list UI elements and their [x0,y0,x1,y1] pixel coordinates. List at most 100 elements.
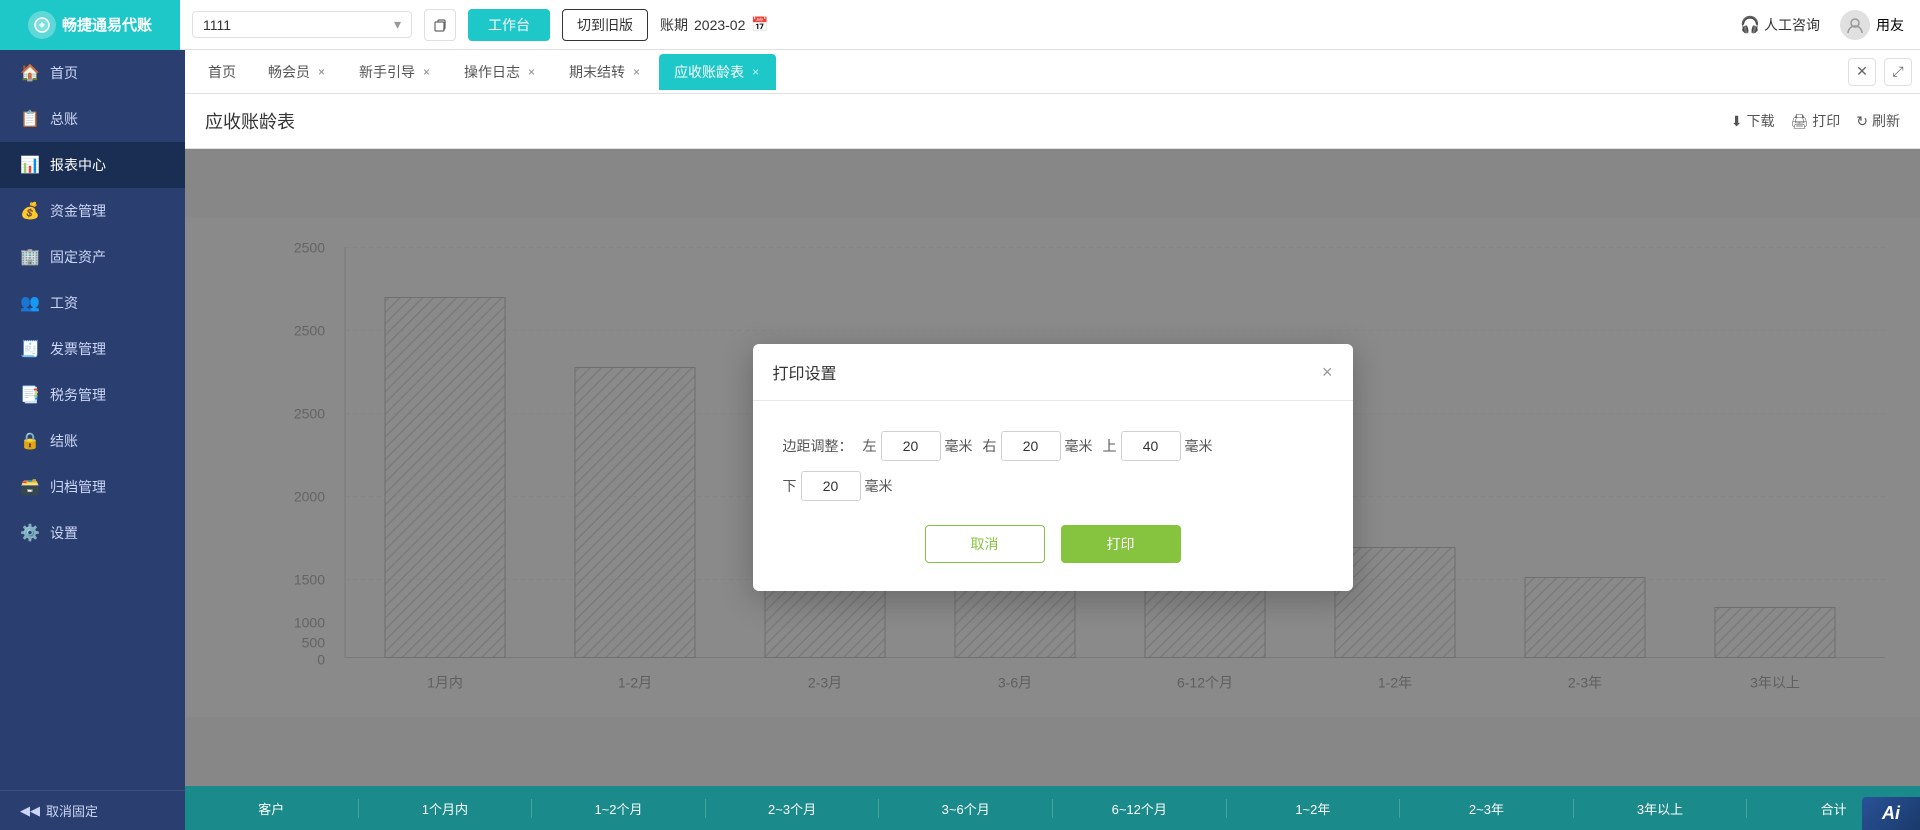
close-tab-button[interactable]: ✕ [1848,58,1876,86]
tab-close-period-end[interactable]: × [631,64,642,80]
sidebar-item-archive[interactable]: 🗃️ 归档管理 [0,464,185,510]
tabs-right: ✕ ⤢ [1848,58,1912,86]
tab-guide[interactable]: 新手引导× [344,54,447,90]
print-button[interactable]: 🖨 打印 [1790,111,1840,131]
sidebar-item-payroll[interactable]: 👥 工资 [0,280,185,326]
margin-bottom-input[interactable] [801,471,861,501]
calendar-icon[interactable]: 📅 [751,16,768,33]
print-settings-modal: 打印设置 × 边距调整： 左 毫米 [753,344,1353,591]
closing-icon: 🔒 [20,431,40,451]
modal-body: 边距调整： 左 毫米 右 [753,401,1353,525]
modal-overlay: 打印设置 × 边距调整： 左 毫米 [185,149,1920,786]
bottom-table-column: 2~3年 [1400,799,1574,818]
home-icon: 🏠 [20,63,40,83]
download-icon: ⬇ [1731,113,1743,130]
margin-row: 边距调整： 左 毫米 右 [783,431,1323,501]
period-area: 账期 2023-02 📅 [660,15,769,35]
reports-icon: 📊 [20,155,40,175]
funds-icon: 💰 [20,201,40,221]
support-label: 人工咨询 [1764,15,1820,35]
sidebar-item-label: 固定资产 [50,247,106,267]
bottom-table-column: 1~2个月 [532,799,706,818]
margin-right-label: 右 [983,436,997,456]
tab-log[interactable]: 操作日志× [449,54,552,90]
margin-top-unit: 毫米 [1185,436,1213,456]
cancel-button[interactable]: 取消 [925,525,1045,563]
print-confirm-button[interactable]: 打印 [1061,525,1181,563]
pin-icon: ◀◀ [20,803,40,819]
logo-icon [28,11,56,39]
margin-adjust-label: 边距调整： [783,436,853,456]
tab-close-log[interactable]: × [526,64,537,80]
tab-member[interactable]: 畅会员 × [253,54,342,90]
margin-top-input[interactable] [1121,431,1181,461]
margin-top-group: 上 毫米 [1103,431,1213,461]
sidebar-item-reports[interactable]: 📊 报表中心 [0,142,185,188]
tab-close-guide[interactable]: × [421,64,432,80]
print-label: 打印 [1812,111,1840,131]
copy-button[interactable] [424,9,456,41]
modal-close-button[interactable]: × [1322,363,1333,381]
user-name: 用友 [1876,15,1904,35]
tab-period-end[interactable]: 期末结转× [554,54,657,90]
top-right: 🎧 人工咨询 用友 [1740,10,1904,40]
logo: 畅捷通易代账 [0,0,180,50]
tab-aging[interactable]: 应收账龄表× [659,54,776,90]
period-value: 2023-02 [694,17,745,33]
support-area[interactable]: 🎧 人工咨询 [1740,15,1820,35]
download-label: 下载 [1746,111,1774,131]
sidebar-item-tax[interactable]: 📑 税务管理 [0,372,185,418]
invoice-icon: 🧾 [20,339,40,359]
sidebar-footer-label: 取消固定 [46,801,98,820]
tab-label: 首页 [208,62,236,82]
bottom-table-column: 3年以上 [1574,799,1748,818]
sidebar-footer-collapse[interactable]: ◀◀ 取消固定 [0,790,185,830]
tab-close-aging[interactable]: × [750,64,761,80]
download-button[interactable]: ⬇ 下载 [1731,111,1775,131]
margin-bottom-unit: 毫米 [865,476,893,496]
company-selector[interactable]: 1111 ▾ [192,11,412,38]
tabs-bar: 首页畅会员×新手引导×操作日志×期末结转×应收账龄表× ✕ ⤢ [185,50,1920,94]
modal-header: 打印设置 × [753,344,1353,401]
sidebar-item-invoice[interactable]: 🧾 发票管理 [0,326,185,372]
period-label: 账期 [660,15,688,35]
sidebar-item-closing[interactable]: 🔒 结账 [0,418,185,464]
headset-icon: 🎧 [1740,15,1760,35]
payroll-icon: 👥 [20,293,40,313]
print-icon: 🖨 [1790,113,1808,130]
sidebar-item-ledger[interactable]: 📋 总账 [0,96,185,142]
margin-left-input[interactable] [881,431,941,461]
sidebar-item-label: 首页 [50,63,78,83]
sidebar-item-funds[interactable]: 💰 资金管理 [0,188,185,234]
bottom-table-column: 3~6个月 [879,799,1053,818]
maximize-tab-button[interactable]: ⤢ [1884,58,1912,86]
switch-old-button[interactable]: 切到旧版 [562,9,648,41]
sidebar-item-label: 税务管理 [50,385,106,405]
page-content: 应收账龄表 ⬇ 下载 🖨 打印 ↻ 刷新 [185,94,1920,830]
chart-area: 2500 2500 2500 2000 1500 1000 500 0 [185,149,1920,786]
bottom-table-column: 客户 [185,799,359,818]
margin-left-group: 左 毫米 [863,431,973,461]
company-name: 1111 [203,17,388,33]
sidebar-item-label: 报表中心 [50,155,106,175]
user-area[interactable]: 用友 [1840,10,1904,40]
sidebar-item-home[interactable]: 🏠 首页 [0,50,185,96]
bottom-table-column: 1~2年 [1227,799,1401,818]
margin-right-group: 右 毫米 [983,431,1093,461]
sidebar-item-label: 发票管理 [50,339,106,359]
workbench-button[interactable]: 工作台 [468,9,550,41]
sidebar-item-settings[interactable]: ⚙️ 设置 [0,510,185,556]
sidebar-item-assets[interactable]: 🏢 固定资产 [0,234,185,280]
tab-label: 畅会员 [268,62,310,82]
sidebar-item-label: 设置 [50,523,78,543]
tab-home[interactable]: 首页 [193,54,251,90]
tab-close-member[interactable]: × [316,64,327,80]
sidebar-item-label: 工资 [50,293,78,313]
bottom-table-column: 6~12个月 [1053,799,1227,818]
bottom-table-column: 1个月内 [359,799,533,818]
refresh-button[interactable]: ↻ 刷新 [1856,111,1900,131]
page-title: 应收账龄表 [205,108,295,134]
margin-right-input[interactable] [1001,431,1061,461]
ai-badge: Ai [1862,797,1920,830]
modal-title: 打印设置 [773,360,837,384]
